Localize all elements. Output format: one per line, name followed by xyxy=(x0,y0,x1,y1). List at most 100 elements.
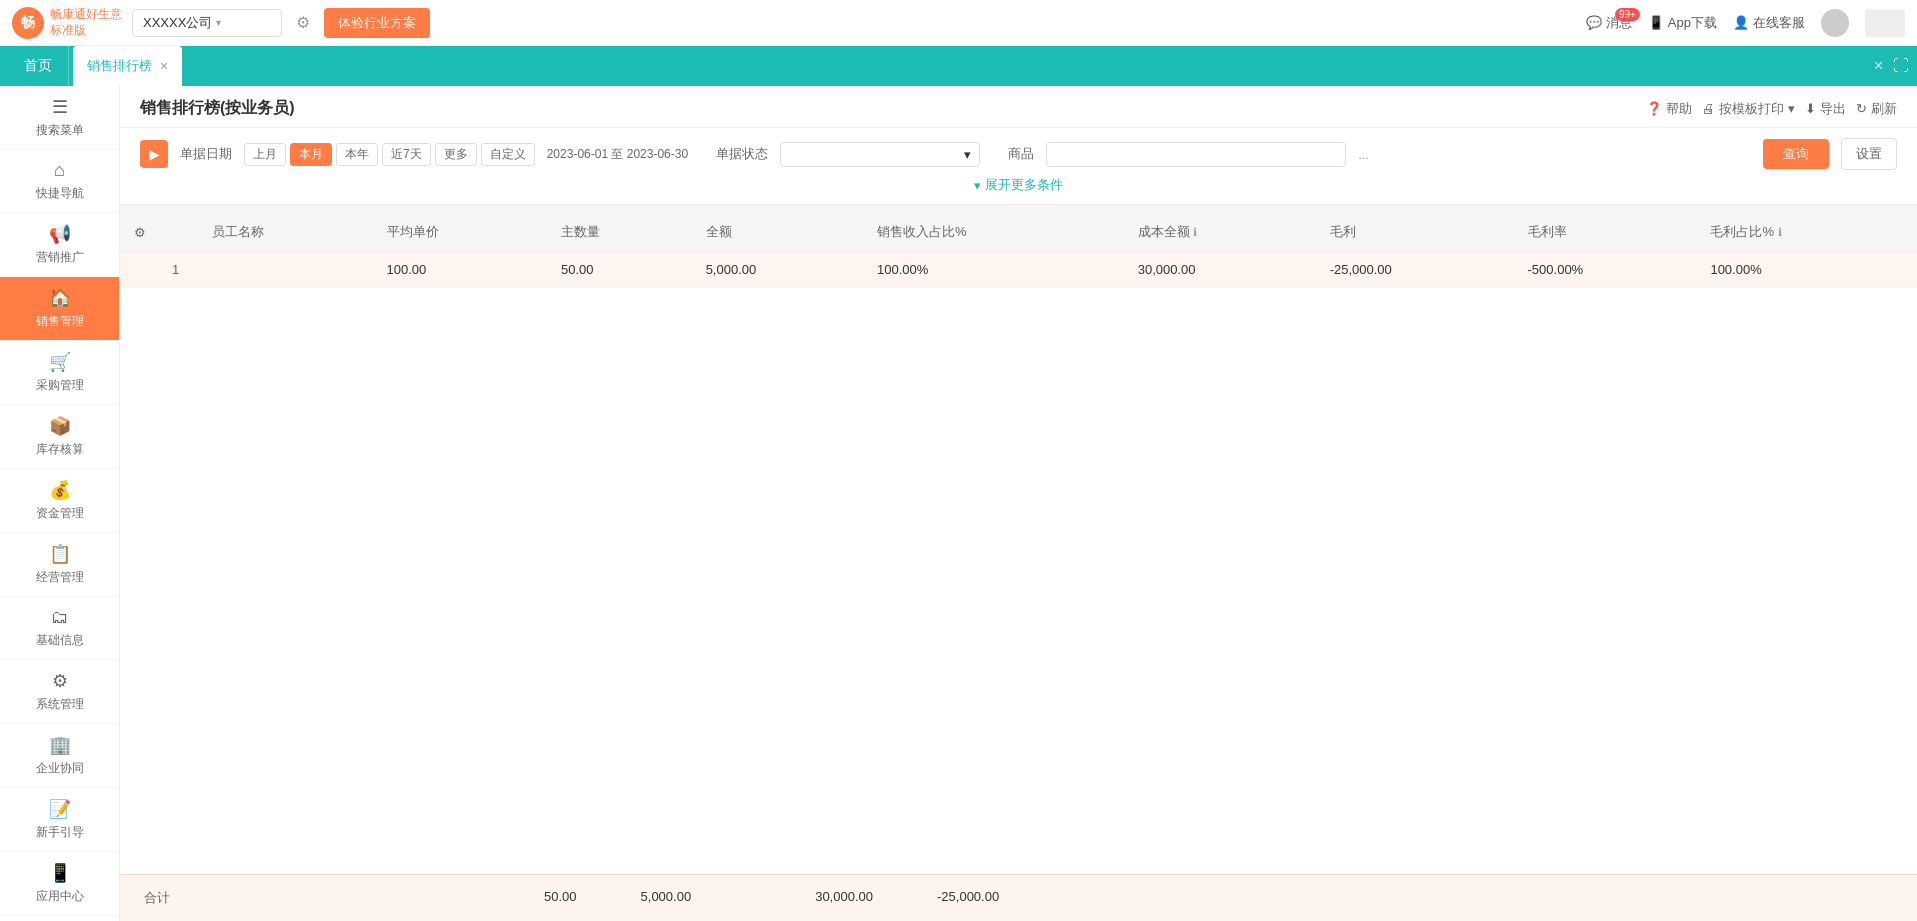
filter-arrow-button[interactable]: ▶ xyxy=(140,140,168,168)
expand-more-button[interactable]: ▾ 展开更多条件 xyxy=(974,176,1063,194)
help-button[interactable]: ❓ 帮助 xyxy=(1646,100,1692,118)
sidebar-item-apps[interactable]: 📱 应用中心 xyxy=(0,852,119,916)
top-header: 畅 畅康通好生意 标准版 XXXXX公司 ▾ ⚙ 体验行业方案 💬 消息 99+… xyxy=(0,0,1917,46)
sidebar-item-wechat[interactable]: 💬 企业微信 xyxy=(0,916,119,921)
row-gross: -25,000.00 xyxy=(1318,252,1516,288)
sidebar-label-apps: 应用中心 xyxy=(36,888,84,905)
row-quantity: 50.00 xyxy=(549,252,694,288)
sidebar-label-enterprise: 企业协同 xyxy=(36,760,84,777)
template-print-button[interactable]: 🖨 按模板打印 ▾ xyxy=(1702,100,1795,118)
col-gross-rate: 毛利率 xyxy=(1516,213,1699,252)
status-dropdown-icon: ▾ xyxy=(964,147,971,162)
sidebar-label-marketing: 营销推广 xyxy=(36,249,84,266)
app-download-button[interactable]: 📱 App下载 xyxy=(1648,14,1717,32)
avatar[interactable] xyxy=(1821,9,1849,37)
company-selector[interactable]: XXXXX公司 ▾ xyxy=(132,9,282,37)
date-range-display: 2023-06-01 至 2023-06-30 xyxy=(547,146,688,163)
header-right: 💬 消息 99+ 📱 App下载 👤 在线客服 xyxy=(1586,9,1905,37)
sidebar-item-basic[interactable]: 🗂 基础信息 xyxy=(0,597,119,660)
sidebar-item-guide[interactable]: 📝 新手引导 xyxy=(0,788,119,852)
filter-bar: ▶ 单据日期 上月 本月 本年 近7天 更多 自定义 2023-06-01 至 … xyxy=(120,128,1917,205)
col-amount: 全额 xyxy=(694,213,865,252)
sidebar-item-purchase[interactable]: 🛒 采购管理 xyxy=(0,341,119,405)
col-rank xyxy=(160,213,200,252)
date-filter-group: 上月 本月 本年 近7天 更多 自定义 xyxy=(244,143,535,166)
data-table: ⚙ 员工名称 平均单价 主数量 全额 销售收入占比% 成本全额 ℹ 毛利 毛利率… xyxy=(120,213,1917,288)
goods-more-icon[interactable]: ... xyxy=(1358,147,1369,162)
footer-amount: 5,000.00 xyxy=(629,885,704,911)
gross-pct-info-icon[interactable]: ℹ xyxy=(1778,226,1782,238)
date-btn-this-year[interactable]: 本年 xyxy=(336,143,378,166)
sidebar-item-inventory[interactable]: 📦 库存核算 xyxy=(0,405,119,469)
user-name xyxy=(1865,9,1905,37)
page-title: 销售排行榜(按业务员) xyxy=(140,98,295,119)
sidebar-item-sales[interactable]: 🏠 销售管理 xyxy=(0,277,119,341)
tab-close-icon[interactable]: × xyxy=(160,58,168,74)
operations-icon: 📋 xyxy=(49,543,71,565)
apps-icon: 📱 xyxy=(49,862,71,884)
sidebar-item-enterprise[interactable]: 🏢 企业协同 xyxy=(0,724,119,788)
row-employee xyxy=(200,252,375,288)
date-btn-more[interactable]: 更多 xyxy=(435,143,477,166)
table-settings-button[interactable]: 设置 xyxy=(1841,138,1897,170)
logo-icon: 畅 xyxy=(12,7,44,39)
col-gross: 毛利 xyxy=(1318,213,1516,252)
query-button[interactable]: 查询 xyxy=(1763,139,1829,169)
footer-gross: -25,000.00 xyxy=(925,885,1011,911)
sidebar-item-finance[interactable]: 💰 资金管理 xyxy=(0,469,119,533)
sidebar-item-operations[interactable]: 📋 经营管理 xyxy=(0,533,119,597)
row-amount: 5,000.00 xyxy=(694,252,865,288)
date-btn-this-month[interactable]: 本月 xyxy=(290,143,332,166)
export-icon: ⬇ xyxy=(1805,101,1816,116)
sidebar-label-finance: 资金管理 xyxy=(36,505,84,522)
date-btn-custom[interactable]: 自定义 xyxy=(481,143,535,166)
footer-quantity: 50.00 xyxy=(532,885,589,911)
expand-icon: ▾ xyxy=(974,178,981,193)
col-employee: 员工名称 xyxy=(200,213,375,252)
tab-sales-ranking[interactable]: 销售排行榜 × xyxy=(73,46,182,86)
status-select[interactable]: ▾ xyxy=(780,142,980,167)
finance-icon: 💰 xyxy=(49,479,71,501)
window-expand-icon[interactable]: ⛶ xyxy=(1893,57,1909,75)
sidebar-label-sales: 销售管理 xyxy=(36,313,84,330)
sidebar-item-marketing[interactable]: 📢 营销推广 xyxy=(0,213,119,277)
col-settings[interactable]: ⚙ xyxy=(120,213,160,252)
window-close-icon[interactable]: × xyxy=(1874,57,1883,75)
company-name: XXXXX公司 xyxy=(143,14,212,32)
sidebar-label-search-order: 搜索菜单 xyxy=(36,122,84,139)
row-gross-pct: 100.00% xyxy=(1698,252,1917,288)
main-layout: ☰ 搜索菜单 ⌂ 快捷导航 📢 营销推广 🏠 销售管理 🛒 采购管理 📦 库存核… xyxy=(0,86,1917,921)
row-gross-rate: -500.00% xyxy=(1516,252,1699,288)
sidebar-item-system[interactable]: ⚙ 系统管理 xyxy=(0,660,119,724)
online-service-button[interactable]: 👤 在线客服 xyxy=(1733,14,1805,32)
settings-icon[interactable]: ⚙ xyxy=(292,9,314,36)
chevron-down-icon: ▾ xyxy=(216,17,221,28)
date-btn-last-month[interactable]: 上月 xyxy=(244,143,286,166)
sidebar-item-search-order[interactable]: ☰ 搜索菜单 xyxy=(0,86,119,150)
refresh-button[interactable]: ↻ 刷新 xyxy=(1856,100,1897,118)
notification-button[interactable]: 💬 消息 99+ xyxy=(1586,14,1632,32)
sidebar-item-quick-nav[interactable]: ⌂ 快捷导航 xyxy=(0,150,119,213)
cost-info-icon[interactable]: ℹ xyxy=(1193,226,1197,238)
tab-home[interactable]: 首页 xyxy=(8,46,69,86)
message-icon: 💬 xyxy=(1586,15,1602,30)
sales-icon: 🏠 xyxy=(49,287,71,309)
tab-label: 销售排行榜 xyxy=(87,57,152,75)
sidebar: ☰ 搜索菜单 ⌂ 快捷导航 📢 营销推广 🏠 销售管理 🛒 采购管理 📦 库存核… xyxy=(0,86,120,921)
print-icon: 🖨 xyxy=(1702,101,1715,116)
row-sales-pct: 100.00% xyxy=(865,252,1126,288)
date-btn-7days[interactable]: 近7天 xyxy=(382,143,431,166)
row-rank: 1 xyxy=(160,252,200,288)
marketing-icon: 📢 xyxy=(49,223,71,245)
tab-bar-right: × ⛶ xyxy=(1874,57,1909,75)
logo-area: 畅 畅康通好生意 标准版 xyxy=(12,7,122,39)
trial-button[interactable]: 体验行业方案 xyxy=(324,8,430,38)
export-button[interactable]: ⬇ 导出 xyxy=(1805,100,1846,118)
filter-row-1: ▶ 单据日期 上月 本月 本年 近7天 更多 自定义 2023-06-01 至 … xyxy=(140,138,1897,170)
row-settings-col xyxy=(120,252,160,288)
goods-input[interactable] xyxy=(1046,142,1346,167)
col-cost: 成本全额 ℹ xyxy=(1126,213,1318,252)
table-section: ⚙ 员工名称 平均单价 主数量 全额 销售收入占比% 成本全额 ℹ 毛利 毛利率… xyxy=(120,213,1917,874)
tab-bar: 首页 销售排行榜 × × ⛶ xyxy=(0,46,1917,86)
logo-text: 畅康通好生意 标准版 xyxy=(50,7,122,38)
